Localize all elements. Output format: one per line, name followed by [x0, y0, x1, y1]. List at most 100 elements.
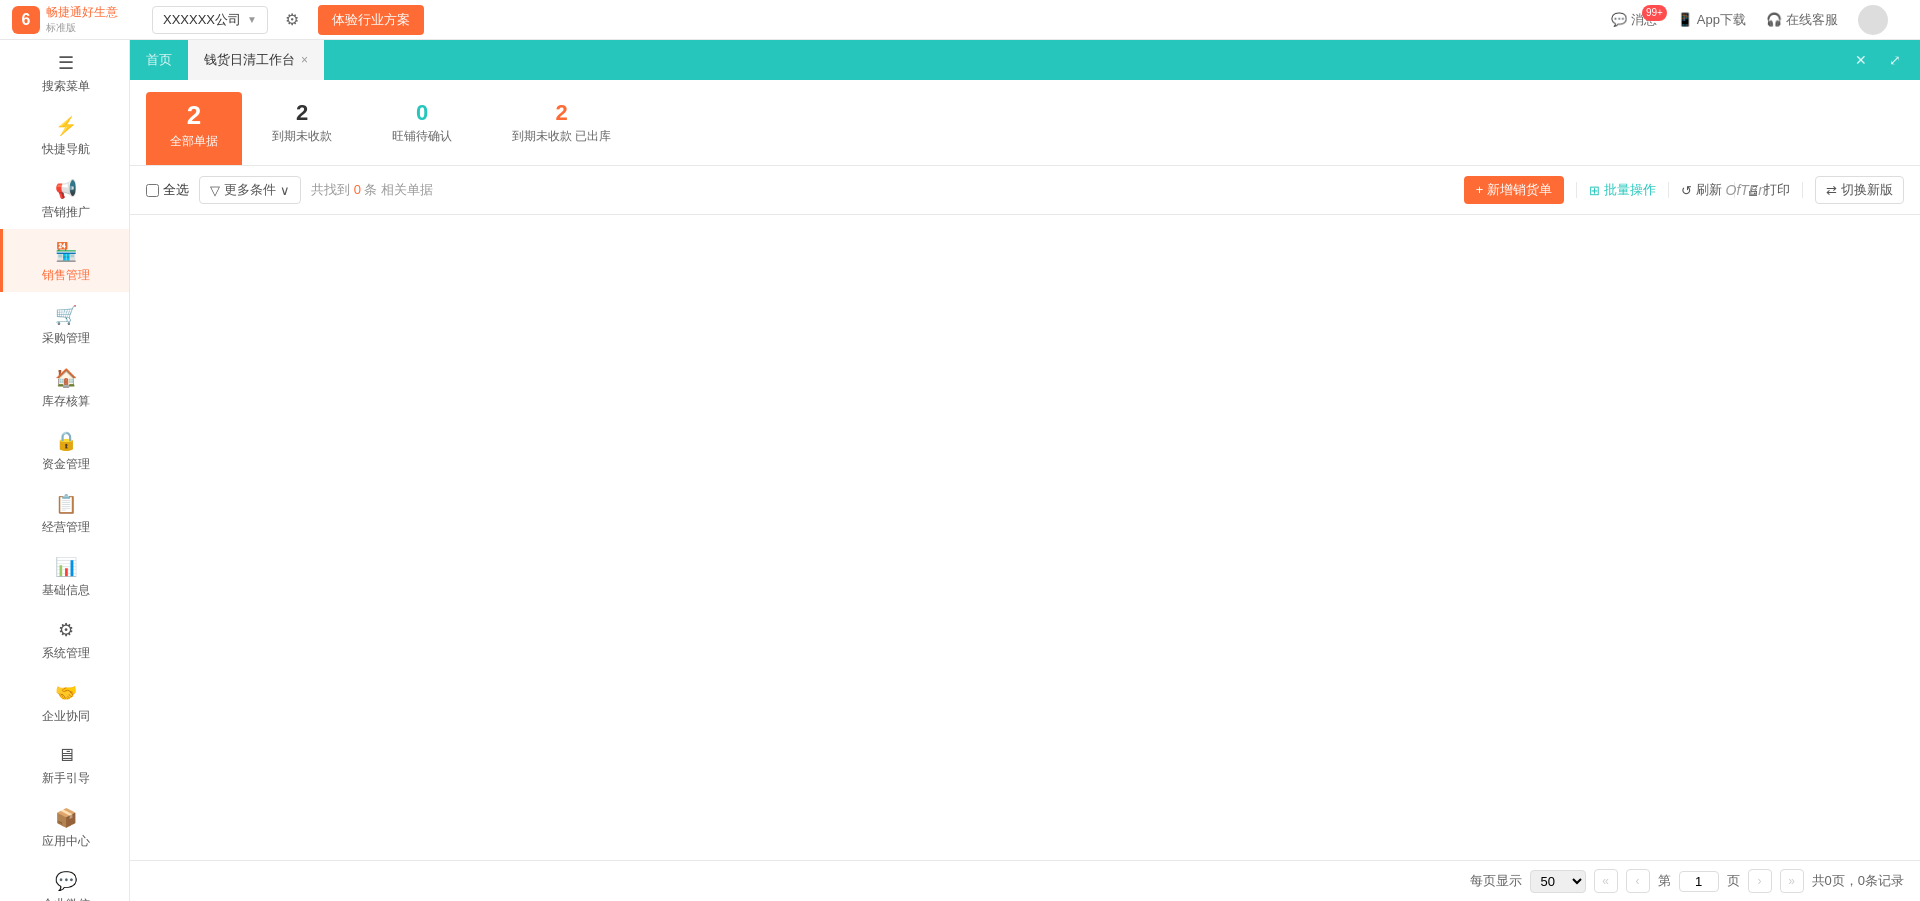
sidebar-item-label: 销售管理	[42, 267, 90, 284]
select-all-input[interactable]	[146, 184, 159, 197]
sidebar-item-label: 库存核算	[42, 393, 90, 410]
next-page-button[interactable]: ›	[1748, 869, 1772, 893]
filter-button[interactable]: ▽ 更多条件 ∨	[199, 176, 301, 204]
pagination: 每页显示 10 20 50 100 « ‹ 第 页 ›	[130, 860, 1920, 901]
online-service-label: 在线客服	[1786, 11, 1838, 29]
avatar[interactable]	[1858, 5, 1888, 35]
batch-operation-button[interactable]: ⊞ 批量操作	[1589, 181, 1656, 199]
new-order-button[interactable]: + 新增销货单	[1464, 176, 1564, 204]
page-content: 2 全部单据 2 到期未收款 0 旺铺待确认 2 到期未收款 已出库	[130, 80, 1920, 901]
basic-info-icon: 📊	[55, 556, 77, 578]
per-page-select[interactable]: 10 20 50 100	[1530, 870, 1586, 893]
next-page-icon: ›	[1758, 874, 1762, 888]
messages-button[interactable]: 💬 消息 99+	[1611, 11, 1657, 29]
sidebar-item-system[interactable]: ⚙ 系统管理	[0, 607, 129, 670]
sidebar-item-quick-nav[interactable]: ⚡ 快捷导航	[0, 103, 129, 166]
company-selector[interactable]: XXXXXX公司 ▼	[152, 6, 268, 34]
toolbar: 全选 ▽ 更多条件 ∨ 共找到 0 条 相关单据 + 新增销货单 ⊞	[130, 166, 1920, 215]
sidebar-item-marketing[interactable]: 📢 营销推广	[0, 166, 129, 229]
inventory-icon: 🏠	[55, 367, 77, 389]
sidebar-item-basic-info[interactable]: 📊 基础信息	[0, 544, 129, 607]
table-area	[130, 215, 1920, 860]
switch-version-button[interactable]: ⇄ 切换新版	[1815, 176, 1904, 204]
app-download-label: App下载	[1697, 11, 1746, 29]
company-name: XXXXXX公司	[163, 11, 241, 29]
batch-icon: ⊞	[1589, 183, 1600, 198]
settings-button[interactable]: ⚙	[276, 4, 308, 36]
first-page-button[interactable]: «	[1594, 869, 1618, 893]
sidebar-item-label: 企业微信	[42, 896, 90, 901]
sidebar-item-cooperation[interactable]: 🤝 企业协同	[0, 670, 129, 733]
stat-tab-wangpu[interactable]: 0 旺铺待确认	[362, 92, 482, 165]
header-right: 💬 消息 99+ 📱 App下载 🎧 在线客服	[1611, 5, 1908, 35]
last-page-icon: »	[1788, 874, 1795, 888]
found-text: 共找到 0 条 相关单据	[311, 181, 433, 199]
logo-text: 畅捷通好生意 标准版	[46, 5, 118, 34]
switch-label: 切换新版	[1841, 181, 1893, 199]
first-page-icon: «	[1602, 874, 1609, 888]
separator-1	[1576, 182, 1577, 198]
message-icon: 💬	[1611, 12, 1627, 27]
close-tab-icon[interactable]: ×	[301, 53, 308, 67]
print-label: 打印	[1764, 181, 1790, 199]
stat-label-all: 全部单据	[170, 133, 218, 150]
sidebar-item-label: 快捷导航	[42, 141, 90, 158]
sidebar: ☰ 搜索菜单 ⚡ 快捷导航 📢 营销推广 🏪 销售管理 🛒 采购管理 🏠 库存核…	[0, 40, 130, 901]
sidebar-item-finance[interactable]: 🔒 资金管理	[0, 418, 129, 481]
tab-restore-action[interactable]: ⤢	[1882, 47, 1908, 73]
tab-home[interactable]: 首页	[130, 40, 188, 80]
tab-bar-actions: ✕ ⤢	[1848, 47, 1920, 73]
tab-workbench-label: 钱货日清工作台	[204, 51, 295, 69]
sidebar-item-app-center[interactable]: 📦 应用中心	[0, 795, 129, 858]
select-all-label: 全选	[163, 181, 189, 199]
sidebar-item-label: 经营管理	[42, 519, 90, 536]
select-all-checkbox[interactable]: 全选	[146, 181, 189, 199]
online-service-button[interactable]: 🎧 在线客服	[1766, 11, 1838, 29]
logo-area: 6 畅捷通好生意 标准版	[12, 5, 142, 34]
last-page-button[interactable]: »	[1780, 869, 1804, 893]
toolbar-right: + 新增销货单 ⊞ 批量操作 ↺ 刷新 🖨 打印	[1464, 176, 1904, 204]
sidebar-item-guide[interactable]: 🖥 新手引导	[0, 733, 129, 795]
sidebar-item-label: 新手引导	[42, 770, 90, 787]
messages-badge: 99+	[1642, 5, 1667, 21]
sidebar-item-label: 系统管理	[42, 645, 90, 662]
logo-icon: 6	[12, 6, 40, 34]
tab-close-action[interactable]: ✕	[1848, 47, 1874, 73]
stat-tab-all[interactable]: 2 全部单据	[146, 92, 242, 165]
sidebar-item-purchase[interactable]: 🛒 采购管理	[0, 292, 129, 355]
prev-page-button[interactable]: ‹	[1626, 869, 1650, 893]
stats-tabs: 2 全部单据 2 到期未收款 0 旺铺待确认 2 到期未收款 已出库	[130, 80, 1920, 166]
sidebar-item-operation[interactable]: 📋 经营管理	[0, 481, 129, 544]
company-dropdown-arrow: ▼	[247, 14, 257, 25]
sidebar-item-search-menu[interactable]: ☰ 搜索菜单	[0, 40, 129, 103]
tab-workbench[interactable]: 钱货日清工作台 ×	[188, 40, 324, 80]
app-download-button[interactable]: 📱 App下载	[1677, 11, 1746, 29]
sidebar-item-inventory[interactable]: 🏠 库存核算	[0, 355, 129, 418]
stat-tab-overdue-unshipped[interactable]: 2 到期未收款 已出库	[482, 92, 641, 165]
app-center-icon: 📦	[55, 807, 77, 829]
top-header: 6 畅捷通好生意 标准版 XXXXXX公司 ▼ ⚙ 体验行业方案 💬 消息 99…	[0, 0, 1920, 40]
tab-bar: 首页 钱货日清工作台 × ✕ ⤢	[130, 40, 1920, 80]
sidebar-item-label: 应用中心	[42, 833, 90, 850]
sidebar-item-weixin[interactable]: 💬 企业微信	[0, 858, 129, 901]
sidebar-item-sales[interactable]: 🏪 销售管理	[0, 229, 129, 292]
separator-2	[1668, 182, 1669, 198]
page-suffix: 页	[1727, 872, 1740, 890]
page-input[interactable]	[1679, 871, 1719, 892]
experience-button[interactable]: 体验行业方案	[318, 5, 424, 35]
stat-count-overdue: 2	[296, 100, 308, 126]
tab-home-label: 首页	[146, 51, 172, 69]
prev-page-icon: ‹	[1636, 874, 1640, 888]
switch-icon: ⇄	[1826, 183, 1837, 198]
refresh-button[interactable]: ↺ 刷新	[1681, 181, 1722, 199]
sidebar-item-label: 基础信息	[42, 582, 90, 599]
operation-icon: 📋	[55, 493, 77, 515]
sales-icon: 🏪	[55, 241, 77, 263]
stat-count-all: 2	[187, 100, 201, 131]
app-download-icon: 📱	[1677, 12, 1693, 27]
sidebar-item-label: 采购管理	[42, 330, 90, 347]
stat-tab-overdue[interactable]: 2 到期未收款	[242, 92, 362, 165]
filter-arrow-icon: ∨	[280, 183, 290, 198]
sidebar-item-label: 资金管理	[42, 456, 90, 473]
batch-label: 批量操作	[1604, 181, 1656, 199]
